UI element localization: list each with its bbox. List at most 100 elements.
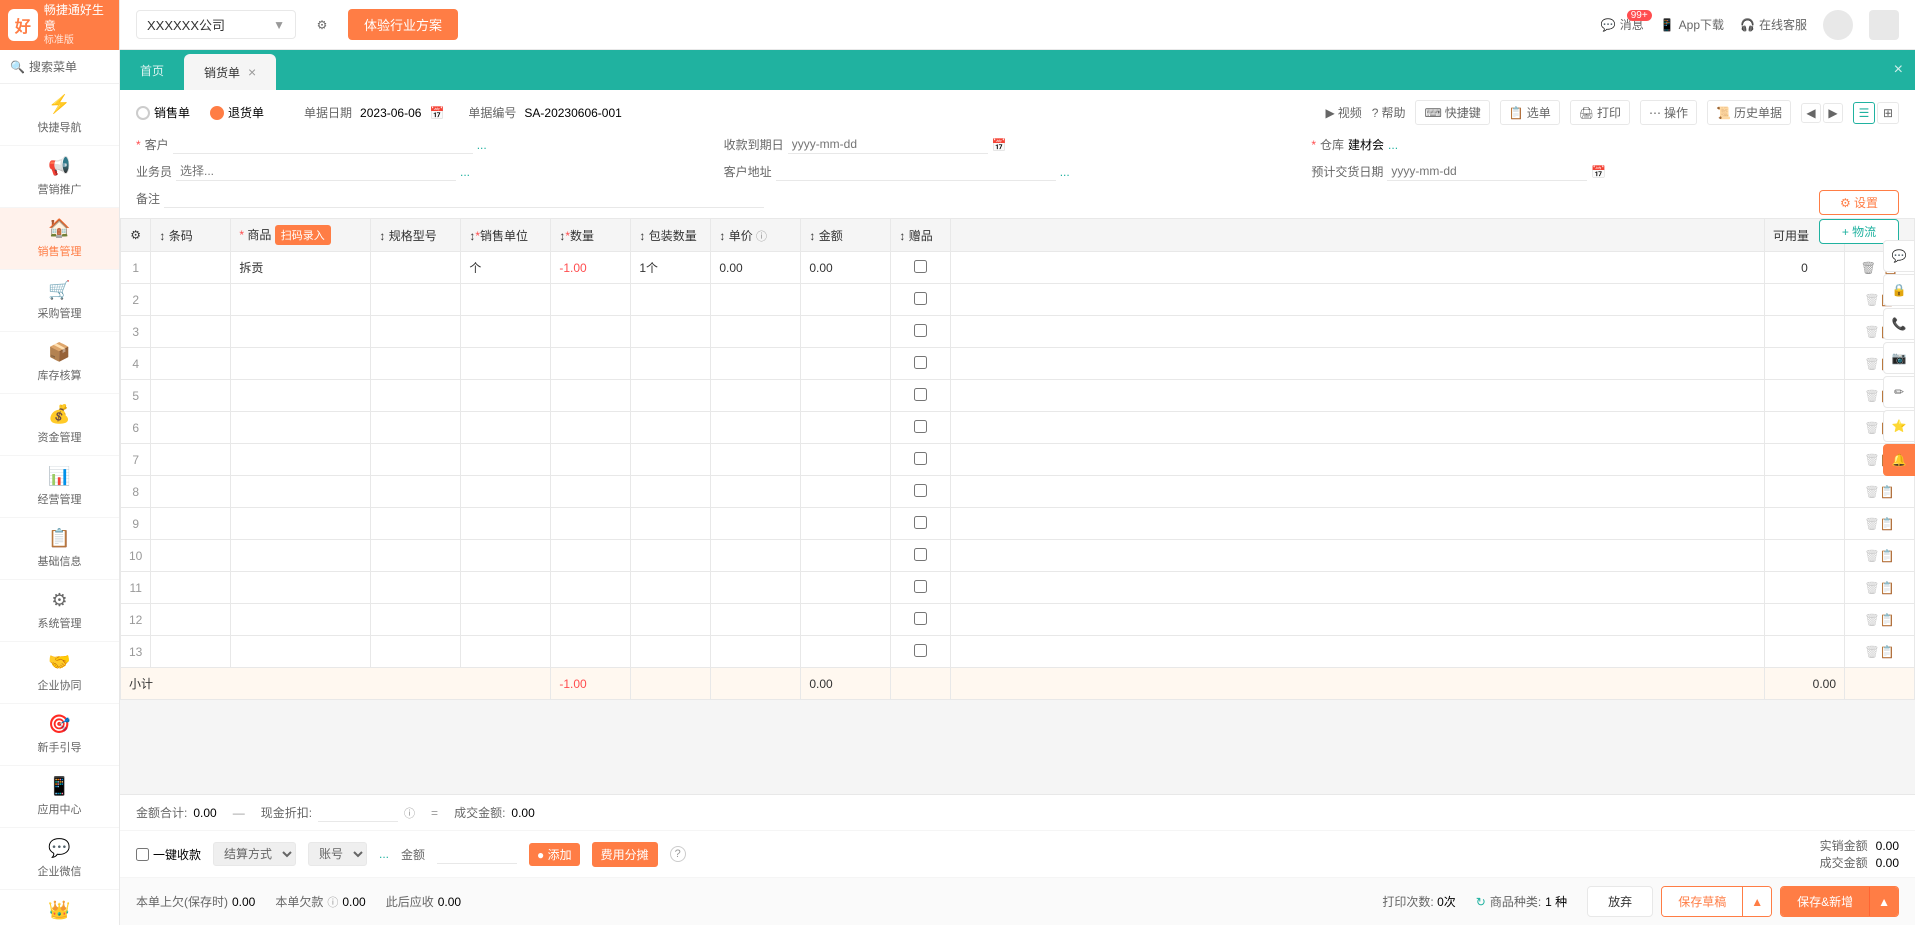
float-phone-icon[interactable]: 📞 [1883,308,1915,340]
delivery-date-input[interactable] [1387,162,1587,181]
sidebar-item-sales[interactable]: 🏠 销售管理 [0,208,119,270]
gift-checkbox[interactable] [914,516,927,529]
one-click-payment[interactable]: 一键收款 [136,846,201,863]
sidebar-item-finance[interactable]: 💰 资金管理 [0,394,119,456]
row-remark[interactable] [951,252,1765,284]
delete-icon[interactable]: 🗑 [1864,517,1879,531]
expense-split-button[interactable]: 费用分摊 [592,842,658,867]
sidebar-item-member[interactable]: 👑 畅会员 [0,890,119,925]
row-gift[interactable] [891,252,951,284]
settings-button[interactable]: ⚙ 设置 [1819,190,1899,215]
company-selector[interactable]: XXXXXX公司 ▼ [136,10,296,39]
delete-icon[interactable]: 🗑 [1864,485,1879,499]
delete-icon[interactable]: 🗑 [1864,421,1879,435]
copy-icon[interactable]: 📋 [1880,581,1895,595]
payment-account-select[interactable]: 账号 [308,842,367,866]
copy-icon[interactable]: 📋 [1880,549,1895,563]
sidebar-item-wechat[interactable]: 💬 企业微信 [0,828,119,890]
gift-checkbox[interactable] [914,324,927,337]
return-radio-button[interactable] [210,106,224,120]
discount-input[interactable] [318,803,398,822]
row-spec[interactable] [371,252,461,284]
grid-view-button[interactable]: ⊞ [1877,102,1899,124]
save-draft-button[interactable]: 保存草稿 [1662,887,1742,916]
delete-icon[interactable]: 🗑 [1864,581,1879,595]
calendar-icon[interactable]: 📅 [429,106,444,120]
sidebar-item-marketing[interactable]: 📢 营销推广 [0,146,119,208]
tab-sales-order[interactable]: 销货单 × [184,54,276,90]
app-download-button[interactable]: 📱 App下载 [1660,16,1724,33]
payment-dots[interactable]: ... [379,847,389,861]
warehouse-dots[interactable]: ... [1388,138,1398,152]
toolbar-select[interactable]: 📋 选单 [1500,100,1560,125]
sidebar-item-quicknav[interactable]: ⚡ 快捷导航 [0,84,119,146]
due-date-calendar-icon[interactable]: 📅 [992,138,1007,152]
scan-button[interactable]: 扫码录入 [275,225,331,245]
gift-checkbox[interactable] [914,356,927,369]
discount-help-icon[interactable]: ⓘ [404,805,415,821]
gift-checkbox[interactable] [914,420,927,433]
gift-checkbox[interactable] [914,260,927,273]
gift-checkbox[interactable] [914,644,927,657]
float-edit-icon[interactable]: ✏ [1883,376,1915,408]
sidebar-item-enterprise[interactable]: 🤝 企业协同 [0,642,119,704]
user-avatar[interactable] [1823,10,1853,40]
table-scroll-area[interactable]: ⚙ ↕ 条码 * 商品 扫码录入 ↕ 规格型号 [120,218,1915,794]
delete-icon[interactable]: 🗑 [1864,549,1879,563]
delete-icon[interactable]: 🗑 [1864,357,1879,371]
user-menu[interactable] [1869,10,1899,40]
row-pkgqty[interactable]: 1个 [631,252,711,284]
sidebar-item-inventory[interactable]: 📦 库存核算 [0,332,119,394]
gift-checkbox[interactable] [914,612,927,625]
float-alert-icon[interactable]: 🔔 [1883,444,1915,476]
customer-dots[interactable]: ... [477,138,487,152]
sidebar-item-base[interactable]: 📋 基础信息 [0,518,119,580]
float-chat-icon[interactable]: 💬 [1883,240,1915,272]
float-star-icon[interactable]: ⭐ [1883,410,1915,442]
sidebar-item-apps[interactable]: 📱 应用中心 [0,766,119,828]
help-circle-icon[interactable]: ? [670,846,686,862]
gift-checkbox[interactable] [914,484,927,497]
list-view-button[interactable]: ☰ [1853,102,1875,124]
copy-icon[interactable]: 📋 [1880,613,1895,627]
refresh-icon[interactable]: ↻ [1476,895,1486,909]
discard-button[interactable]: 放弃 [1587,886,1653,917]
delete-icon[interactable]: 🗑 [1861,261,1876,275]
row-product[interactable]: 拆贡 [231,252,371,284]
table-settings-icon[interactable]: ⚙ [130,228,141,242]
online-support-button[interactable]: 🎧 在线客服 [1740,16,1807,33]
row-barcode[interactable] [151,252,231,284]
save-new-button[interactable]: 保存&新增 [1781,887,1869,916]
tab-home[interactable]: 首页 [120,50,184,90]
messages-button[interactable]: 💬 消息 99+ [1601,16,1644,33]
type-sales-radio[interactable]: 销售单 [136,104,190,121]
sidebar-item-purchase[interactable]: 🛒 采购管理 [0,270,119,332]
tab-close-icon[interactable]: × [248,64,256,80]
customer-input[interactable] [173,135,473,154]
prev-record-button[interactable]: ◀ [1801,103,1821,123]
sidebar-item-operations[interactable]: 📊 经营管理 [0,456,119,518]
toolbar-ops[interactable]: ⋯ 操作 [1640,100,1697,125]
trial-button[interactable]: 体验行业方案 [348,9,458,40]
gift-checkbox[interactable] [914,388,927,401]
sidebar-item-guide[interactable]: 🎯 新手引导 [0,704,119,766]
add-payment-button[interactable]: ● 添加 [529,843,580,866]
gift-checkbox[interactable] [914,580,927,593]
notes-input[interactable] [164,189,764,208]
due-date-input[interactable] [788,135,988,154]
salesperson-input[interactable] [176,162,456,181]
row-amount[interactable]: 0.00 [801,252,891,284]
toolbar-help[interactable]: ? 帮助 [1372,104,1406,121]
gift-checkbox[interactable] [914,548,927,561]
toolbar-video[interactable]: ▶ 视频 [1326,104,1362,121]
sidebar-item-system[interactable]: ⚙ 系统管理 [0,580,119,642]
gift-checkbox[interactable] [914,292,927,305]
owe-help-icon[interactable]: ⓘ [327,894,338,910]
copy-icon[interactable]: 📋 [1880,645,1895,659]
close-all-tabs-button[interactable]: × [1882,61,1915,79]
save-new-dropdown[interactable]: ▲ [1870,887,1898,916]
one-click-checkbox[interactable] [136,848,149,861]
header-settings-icon[interactable]: ⚙ [308,11,336,39]
toolbar-shortcuts[interactable]: ⌨ 快捷键 [1415,100,1489,125]
type-return-radio[interactable]: 退货单 [210,104,264,121]
